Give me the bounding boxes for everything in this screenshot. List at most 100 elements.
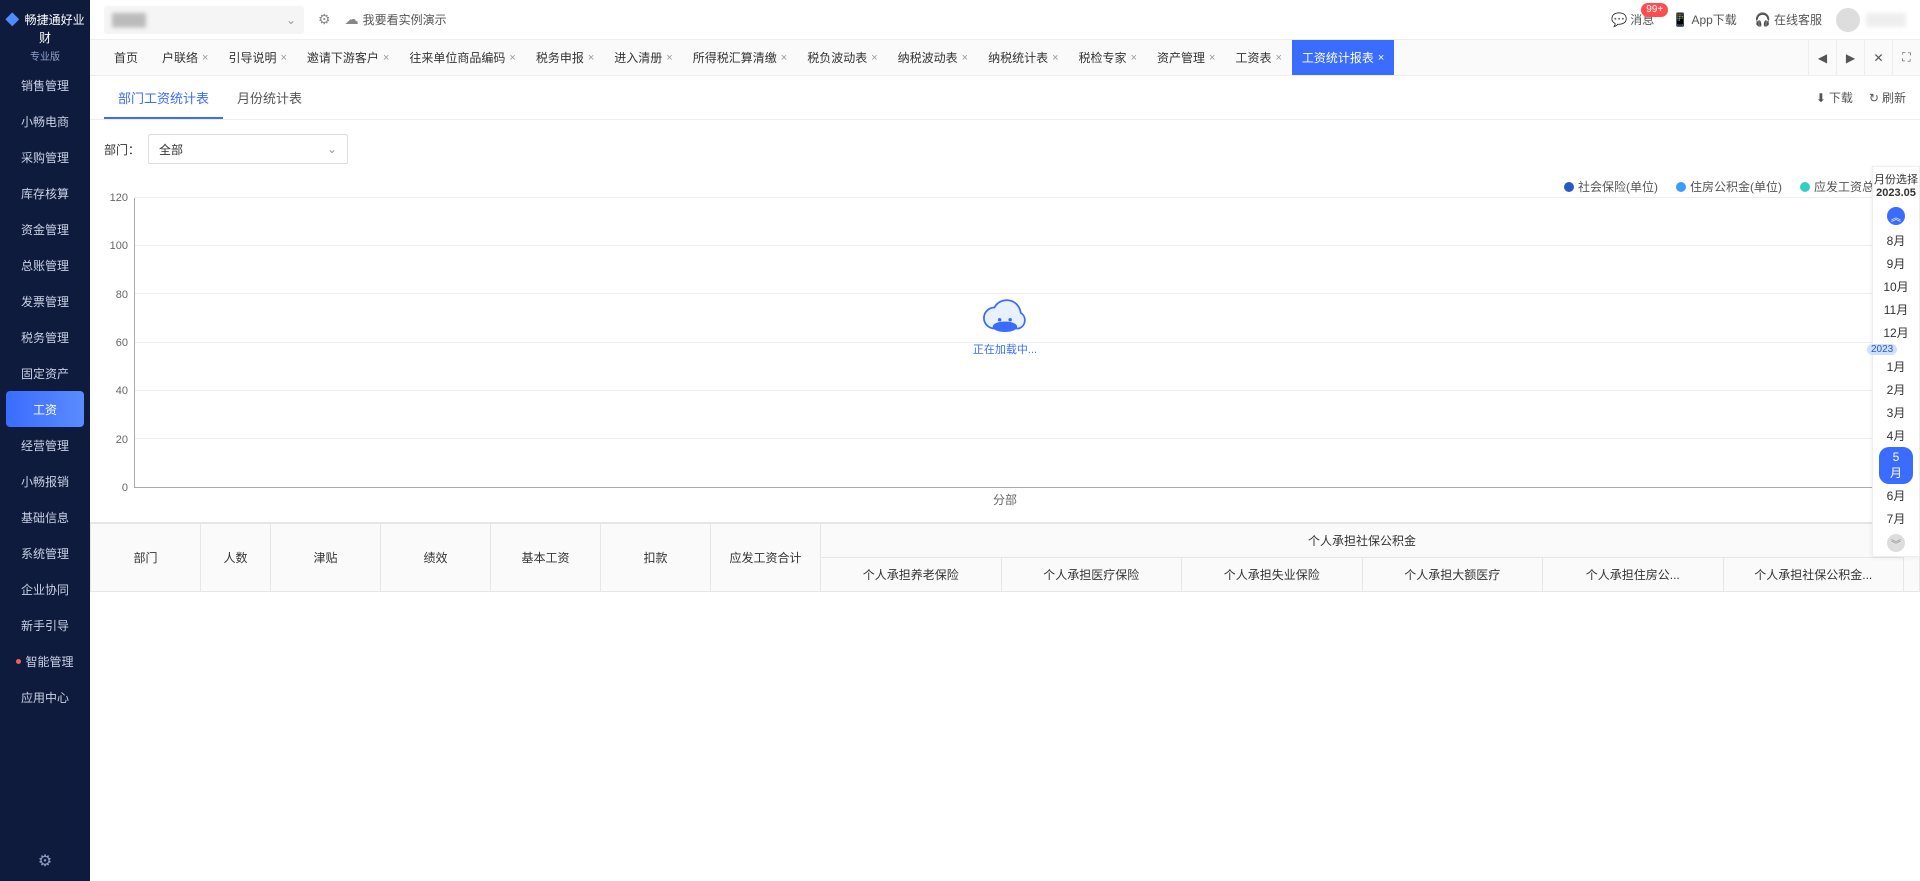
message-button[interactable]: 💬 消息 99+ [1611, 11, 1654, 28]
month-option[interactable]: 1月 [1873, 355, 1919, 378]
tab-10[interactable]: 纳税统计表× [978, 40, 1068, 75]
avatar[interactable] [1836, 8, 1860, 32]
tab-8[interactable]: 税负波动表× [797, 40, 887, 75]
download-button[interactable]: ⬇ 下载 [1816, 89, 1853, 106]
col-header: 扣款 [601, 524, 711, 592]
online-service-button[interactable]: 🎧 在线客服 [1755, 11, 1822, 28]
close-icon[interactable]: × [1209, 52, 1215, 64]
settings-icon[interactable]: ⚙ [0, 841, 90, 881]
sidebar-item-5[interactable]: 总账管理 [0, 247, 90, 283]
month-option[interactable]: 4月 [1873, 424, 1919, 447]
col-sub-header: 个人承担大额医疗 [1362, 558, 1543, 592]
tab-4[interactable]: 往来单位商品编码× [399, 40, 525, 75]
month-option[interactable]: 5月 [1879, 447, 1913, 484]
dept-select[interactable]: 全部 ⌄ [148, 134, 348, 164]
close-icon[interactable]: × [781, 52, 787, 64]
y-tick: 100 [110, 240, 128, 252]
sidebar-item-10[interactable]: 经营管理 [0, 427, 90, 463]
subtab-0[interactable]: 部门工资统计表 [104, 76, 223, 119]
sidebar-item-1[interactable]: 小畅电商 [0, 103, 90, 139]
sidebar-item-15[interactable]: 新手引导 [0, 607, 90, 643]
tab-12[interactable]: 资产管理× [1147, 40, 1225, 75]
sidebar-item-13[interactable]: 系统管理 [0, 535, 90, 571]
app-download-button[interactable]: 📱 App下载 [1672, 11, 1737, 28]
tab-7[interactable]: 所得税汇算清缴 × [683, 40, 797, 75]
tab-5[interactable]: 税务申报× [526, 40, 604, 75]
close-icon[interactable]: × [202, 52, 208, 64]
month-option[interactable]: 6月 [1873, 484, 1919, 507]
tab-2[interactable]: 引导说明× [218, 40, 296, 75]
sidebar-item-14[interactable]: 企业协同 [0, 571, 90, 607]
col-header: 基本工资 [491, 524, 601, 592]
close-icon[interactable]: × [1275, 52, 1281, 64]
month-option[interactable]: 10月 [1873, 275, 1919, 298]
sidebar-item-16[interactable]: 智能管理 [0, 643, 90, 679]
col-header: 部门 [91, 524, 201, 592]
close-icon[interactable]: × [280, 52, 286, 64]
legend-item[interactable]: 住房公积金(单位) [1676, 178, 1782, 195]
month-option[interactable]: 3月 [1873, 401, 1919, 424]
chart-legend: 社会保险(单位)住房公积金(单位)应发工资总额 [1564, 178, 1886, 195]
close-icon[interactable]: × [588, 52, 594, 64]
subtab-row: 部门工资统计表月份统计表 ⬇ 下载 ↻ 刷新 [90, 76, 1920, 120]
sidebar-item-6[interactable]: 发票管理 [0, 283, 90, 319]
close-icon[interactable]: × [962, 52, 968, 64]
tabs-next-button[interactable]: ▶ [1836, 40, 1864, 76]
sidebar-item-12[interactable]: 基础信息 [0, 499, 90, 535]
org-selector[interactable]: ████ ⌄ [104, 6, 304, 34]
month-option[interactable]: 9月 [1873, 252, 1919, 275]
close-icon[interactable]: × [1378, 52, 1384, 64]
sidebar-item-0[interactable]: 销售管理 [0, 67, 90, 103]
sidebar-item-8[interactable]: 固定资产 [0, 355, 90, 391]
demo-link[interactable]: ☁ 我要看实例演示 [345, 11, 447, 28]
month-option[interactable]: 2月 [1873, 378, 1919, 401]
tab-14[interactable]: 工资统计报表× [1292, 40, 1394, 75]
sidebar-item-4[interactable]: 资金管理 [0, 211, 90, 247]
col-header: 应发工资合计 [711, 524, 821, 592]
col-sub-header: 个人承担失业保险 [1182, 558, 1363, 592]
tabs-close-all-button[interactable]: ✕ [1864, 40, 1892, 76]
tab-9[interactable]: 纳税波动表× [888, 40, 978, 75]
close-icon[interactable]: × [383, 52, 389, 64]
year-badge: 2023 [1867, 344, 1897, 355]
sidebar-item-7[interactable]: 税务管理 [0, 319, 90, 355]
month-picker-header: 月份选择 2023.05 [1874, 167, 1918, 203]
close-icon[interactable]: × [871, 52, 877, 64]
content: 部门工资统计表月份统计表 ⬇ 下载 ↻ 刷新 部门： 全部 [90, 76, 1920, 881]
sidebar-item-9[interactable]: 工资 [6, 391, 84, 427]
refresh-button[interactable]: ↻ 刷新 [1869, 89, 1906, 106]
col-header: 津贴 [271, 524, 381, 592]
subtab-1[interactable]: 月份统计表 [223, 76, 316, 119]
month-option[interactable]: 8月 [1873, 229, 1919, 252]
sidebar-item-11[interactable]: 小畅报销 [0, 463, 90, 499]
close-icon[interactable]: × [509, 52, 515, 64]
col-sub-header: 个人承担社保公积金... [1723, 558, 1904, 592]
tab-label: 所得税汇算清缴 [693, 49, 777, 66]
tab-13[interactable]: 工资表× [1225, 40, 1291, 75]
chart-area: 社会保险(单位)住房公积金(单位)应发工资总额 020406080100120 … [104, 178, 1906, 508]
month-scroll-up[interactable]: ︽ [1887, 207, 1905, 225]
tabs-prev-button[interactable]: ◀ [1808, 40, 1836, 76]
y-tick: 0 [122, 482, 128, 494]
legend-item[interactable]: 社会保险(单位) [1564, 178, 1658, 195]
sidebar-item-3[interactable]: 库存核算 [0, 175, 90, 211]
fullscreen-button[interactable]: ⛶ [1892, 40, 1920, 76]
month-option[interactable]: 11月 [1873, 298, 1919, 321]
gear-icon[interactable]: ⚙ [318, 11, 331, 28]
month-option[interactable]: 7月 [1873, 507, 1919, 530]
phone-icon: 📱 [1672, 12, 1688, 28]
close-icon[interactable]: × [666, 52, 672, 64]
close-icon[interactable]: × [1131, 52, 1137, 64]
sidebar-item-17[interactable]: 应用中心 [0, 679, 90, 715]
tab-3[interactable]: 邀请下游客户× [297, 40, 399, 75]
tab-0[interactable]: 首页 [100, 40, 152, 75]
tab-6[interactable]: 进入清册× [604, 40, 682, 75]
sidebar-item-2[interactable]: 采购管理 [0, 139, 90, 175]
tab-11[interactable]: 税检专家× [1069, 40, 1147, 75]
close-icon[interactable]: × [1052, 52, 1058, 64]
month-option[interactable]: 12月 [1873, 321, 1919, 344]
tab-1[interactable]: 户联络× [152, 40, 218, 75]
filter-row: 部门： 全部 ⌄ [90, 120, 1920, 168]
month-scroll-down[interactable]: ︾ [1887, 534, 1905, 552]
dept-filter-label: 部门： [104, 141, 140, 158]
